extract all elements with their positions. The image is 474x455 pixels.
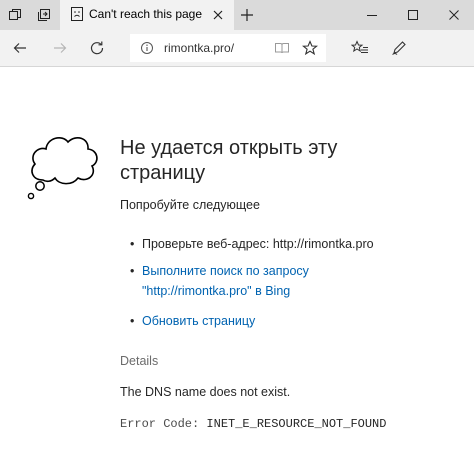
web-note-button[interactable] [384,30,414,66]
favorites-hub-button[interactable] [345,30,375,66]
details-toggle[interactable]: Details [120,354,158,368]
back-icon [13,43,26,53]
reading-view-icon [275,43,289,54]
tab-preview-button[interactable] [0,0,30,30]
back-button[interactable] [5,30,35,66]
refresh-button[interactable] [82,30,112,66]
favorite-button[interactable] [301,40,319,61]
maximize-button[interactable] [392,0,434,30]
error-code: Error Code: INET_E_RESOURCE_NOT_FOUND [120,417,386,431]
tab-active[interactable]: Can't reach this page [60,0,234,30]
list-item: • Выполните поиск по запросу "http://rim… [130,261,362,301]
forward-button[interactable] [45,30,75,66]
window-close-button[interactable] [434,0,474,30]
try-label: Попробуйте следующее [120,198,260,212]
navigation-bar: rimontka.pro/ [0,30,474,67]
check-address-text: Проверьте веб-адрес: http://rimontka.pro [142,237,374,251]
reading-view-button[interactable] [274,41,290,60]
address-text: rimontka.pro/ [164,41,235,55]
set-tabs-aside-icon [38,9,50,21]
details-message: The DNS name does not exist. [120,385,291,399]
site-info-icon[interactable] [140,41,154,60]
favorite-star-icon [301,40,319,56]
address-bar[interactable]: rimontka.pro/ [130,34,326,62]
error-code-label: Error Code: [120,417,200,431]
close-icon [213,10,223,20]
page-heading: Не удается открыть эту страницу [120,137,338,184]
tab-title: Can't reach this page [89,7,203,21]
web-note-icon [392,41,406,55]
list-item: • Проверьте веб-адрес: http://rimontka.p… [130,234,374,254]
forward-icon [54,43,67,53]
error-page-icon [69,6,85,27]
list-item: • Обновить страницу [130,311,255,331]
refresh-page-link[interactable]: Обновить страницу [142,314,255,328]
tab-close-button[interactable] [212,8,224,26]
favorites-hub-icon [351,40,368,53]
minimize-icon [367,15,377,16]
bullet: • [130,264,135,278]
refresh-icon [90,41,104,55]
minimize-button[interactable] [352,0,392,30]
bing-search-link[interactable]: Выполните поиск по запросу "http://rimon… [142,264,309,298]
close-icon [449,10,459,20]
plus-icon [241,9,253,21]
tab-preview-icon [9,9,21,20]
set-tabs-aside-button[interactable] [30,0,58,30]
maximize-icon [408,10,418,20]
error-code-value: INET_E_RESOURCE_NOT_FOUND [206,417,387,431]
new-tab-button[interactable] [234,0,260,30]
bullet: • [130,314,135,328]
title-bar: Can't reach this page [0,0,474,30]
sad-cloud-icon [27,137,98,200]
bullet: • [130,237,135,251]
